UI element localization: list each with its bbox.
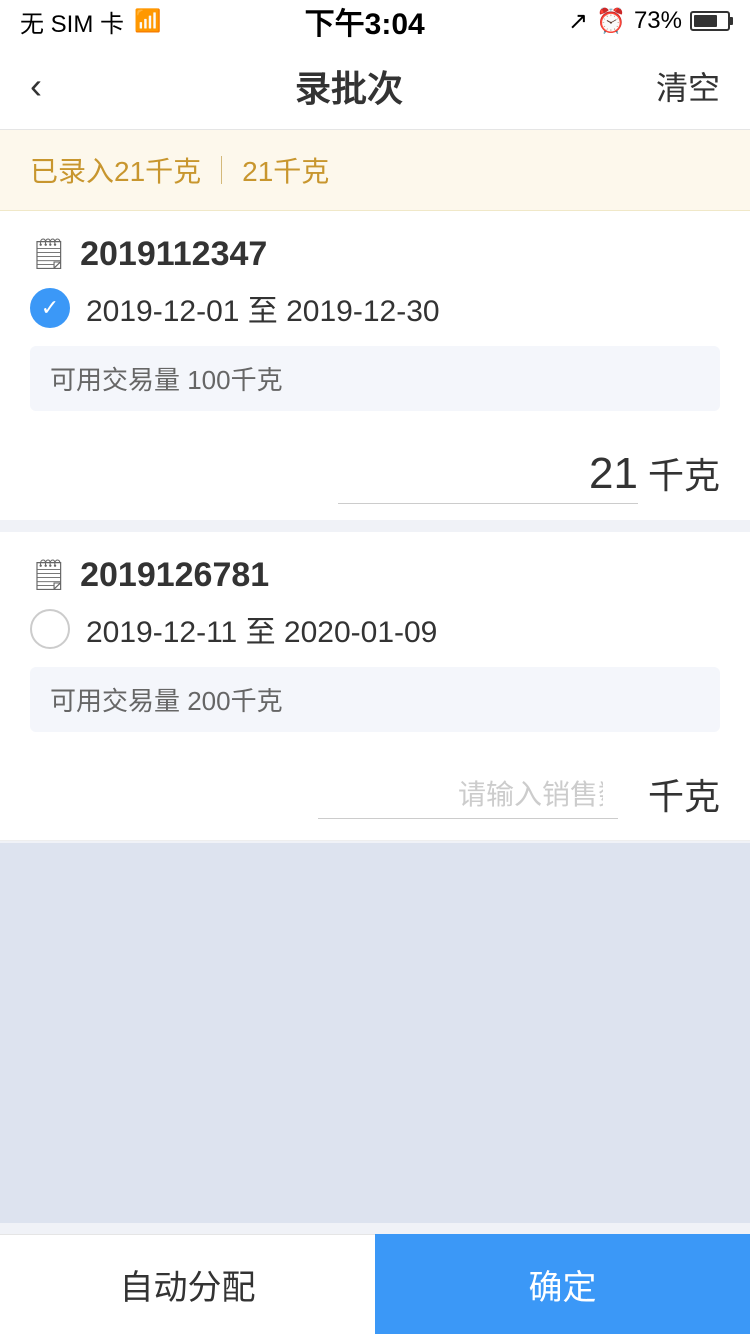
batch-card-1: 🗒 2019112347 ✓ 2019-12-01 至 2019-12-30 可…	[0, 211, 750, 520]
nav-bar: ‹ 录批次 清空	[0, 42, 750, 130]
status-time: 下午3:04	[305, 0, 425, 43]
info-divider	[221, 156, 222, 184]
batch-1-header: 🗒 2019112347	[0, 211, 750, 286]
check-icon: ✓	[41, 297, 59, 319]
batch-2-icon: 🗒	[30, 558, 68, 593]
info-value: 21千克	[242, 150, 329, 190]
alarm-icon: ⏰	[596, 7, 626, 36]
batch-2-date-row[interactable]: 2019-12-11 至 2020-01-09	[0, 607, 750, 667]
batch-1-id: 2019112347	[80, 235, 267, 274]
wifi-icon: 📶	[134, 8, 161, 34]
batch-2-header: 🗒 2019126781	[0, 532, 750, 607]
batch-2-quantity-input[interactable]	[458, 769, 618, 814]
recorded-label: 已录入21千克	[30, 150, 201, 190]
batch-2-id: 2019126781	[80, 556, 269, 595]
batch-1-date-row[interactable]: ✓ 2019-12-01 至 2019-12-30	[0, 286, 750, 346]
batch-card-2: 🗒 2019126781 2019-12-11 至 2020-01-09 可用交…	[0, 532, 750, 841]
bottom-bar: 自动分配 确定	[0, 1234, 750, 1334]
section-divider-1	[0, 522, 750, 532]
confirm-button[interactable]: 确定	[375, 1234, 750, 1334]
status-right: ↗ ⏰ 73%	[568, 7, 730, 36]
batch-1-avail: 可用交易量 100千克	[30, 346, 720, 411]
battery-percent: 73%	[634, 7, 682, 35]
info-bar: 已录入21千克 21千克	[0, 130, 750, 211]
batch-2-radio[interactable]	[30, 609, 70, 649]
batch-2-avail-text: 可用交易量 200千克	[50, 686, 283, 716]
status-carrier: 无 SIM 卡 📶	[20, 4, 161, 39]
batch-1-value-row: 21 千克	[0, 431, 750, 520]
batch-1-unit: 千克	[648, 447, 720, 499]
battery-icon	[690, 11, 730, 31]
empty-area	[0, 843, 750, 1223]
batch-1-underline: 21	[338, 449, 638, 504]
batch-2-date: 2019-12-11 至 2020-01-09	[86, 607, 437, 651]
batch-1-date: 2019-12-01 至 2019-12-30	[86, 286, 440, 330]
batch-1-value: 21	[589, 449, 638, 499]
batch-2-avail: 可用交易量 200千克	[30, 667, 720, 732]
auto-distribute-button[interactable]: 自动分配	[0, 1234, 375, 1334]
back-button[interactable]: ‹	[30, 65, 42, 107]
batch-1-avail-text: 可用交易量 100千克	[50, 365, 283, 395]
page-title: 录批次	[295, 60, 403, 112]
batch-2-underline	[318, 769, 618, 819]
batch-1-radio[interactable]: ✓	[30, 288, 70, 328]
location-icon: ↗	[568, 7, 588, 36]
batch-2-unit: 千克	[648, 768, 720, 820]
clear-button[interactable]: 清空	[656, 63, 720, 109]
batch-2-input-row[interactable]: 千克	[0, 752, 750, 841]
batch-1-icon: 🗒	[30, 237, 68, 272]
carrier-text: 无 SIM 卡	[20, 4, 124, 39]
status-bar: 无 SIM 卡 📶 下午3:04 ↗ ⏰ 73%	[0, 0, 750, 42]
